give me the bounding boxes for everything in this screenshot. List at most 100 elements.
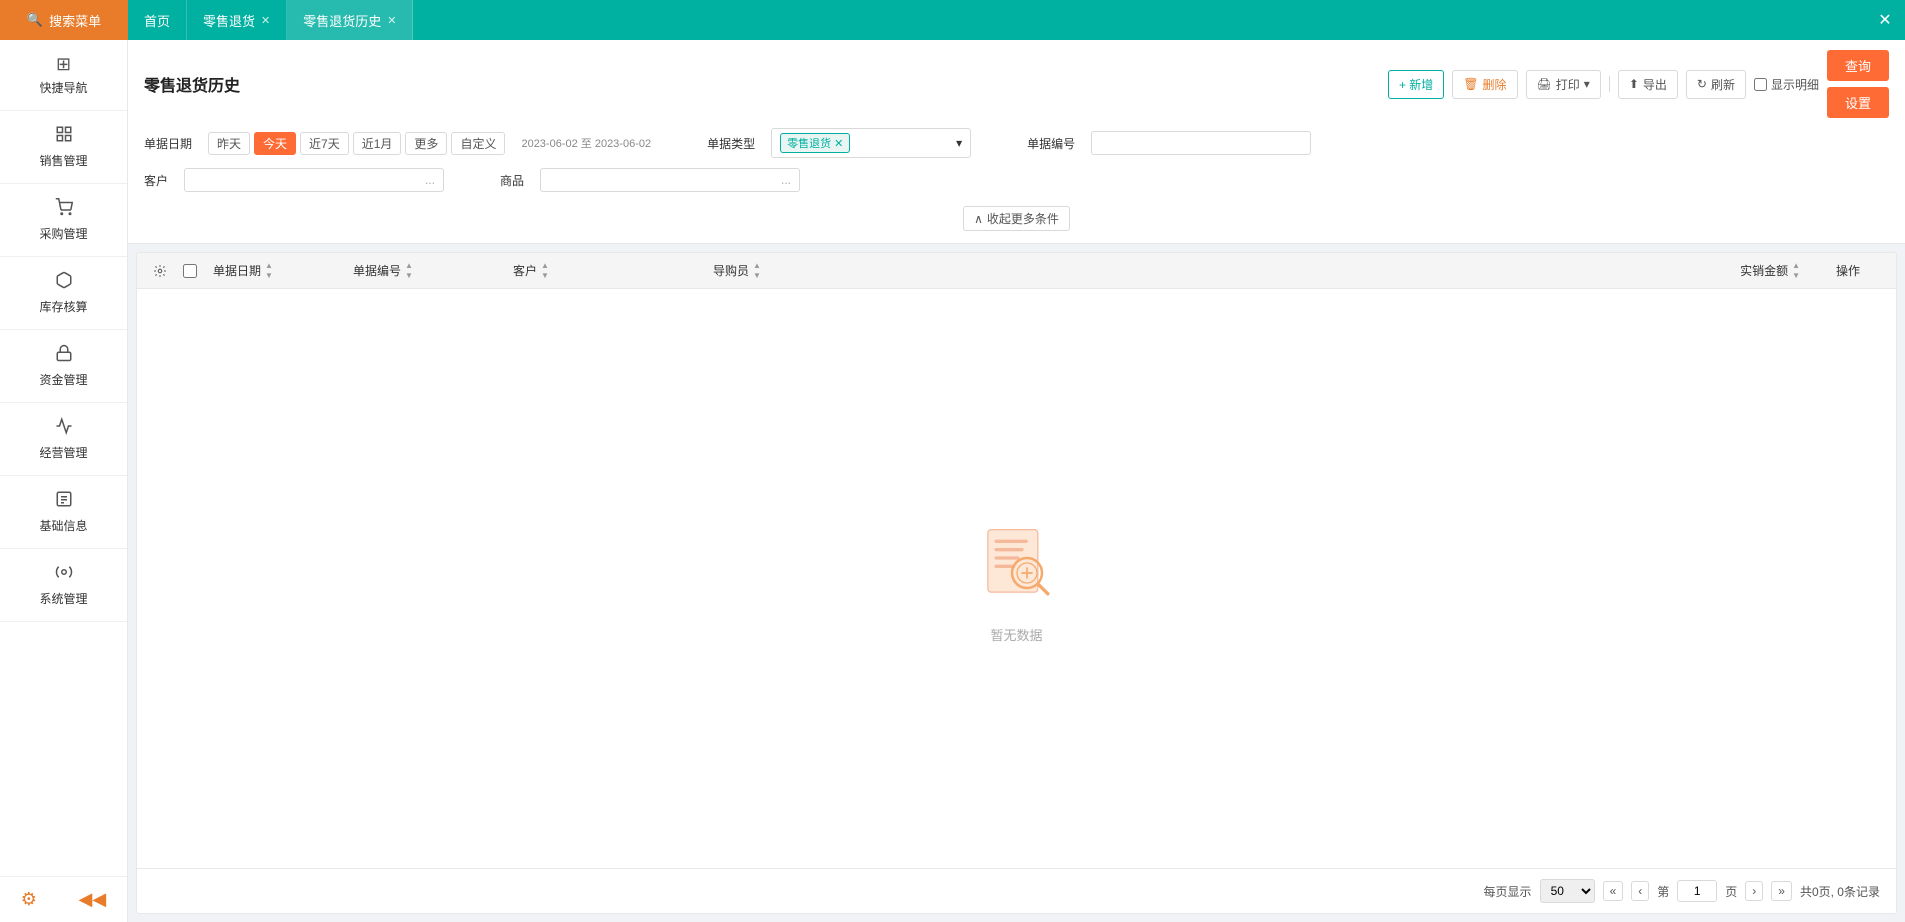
show-detail-checkbox-group: 显示明细 <box>1754 76 1819 93</box>
export-icon: ⬆ <box>1629 77 1639 91</box>
settings-button[interactable]: 设置 <box>1827 87 1889 118</box>
tab-retail-return-history-close[interactable]: ✕ <box>387 14 396 27</box>
goods-select[interactable]: ... <box>540 168 800 192</box>
page-header: 零售退货历史 + 新增 🗑 删除 🖨 打印 ▾ ⬆ 导出 <box>128 40 1905 244</box>
export-button[interactable]: ⬆ 导出 <box>1618 70 1678 99</box>
sidebar-item-sales-label: 销售管理 <box>39 152 87 169</box>
refresh-button[interactable]: ↻ 刷新 <box>1686 70 1746 99</box>
sidebar-item-finance-label: 资金管理 <box>39 371 87 388</box>
tab-retail-return-history-label: 零售退货历史 <box>303 11 381 30</box>
date-yesterday[interactable]: 昨天 <box>208 132 250 155</box>
sidebar-item-system[interactable]: 系统管理 <box>0 549 127 622</box>
page-title-row: 零售退货历史 + 新增 🗑 删除 🖨 打印 ▾ ⬆ 导出 <box>144 50 1889 118</box>
next-page-button[interactable]: › <box>1745 881 1763 901</box>
close-window-button[interactable]: ✕ <box>1865 0 1905 40</box>
audio-icon[interactable]: ◀◀ <box>79 889 107 910</box>
purchase-icon <box>55 198 73 221</box>
content-area: 零售退货历史 + 新增 🗑 删除 🖨 打印 ▾ ⬆ 导出 <box>128 40 1905 922</box>
type-label: 单据类型 <box>707 135 755 152</box>
query-settings-group: 查询 设置 <box>1827 50 1889 118</box>
select-all-checkbox[interactable] <box>175 264 205 278</box>
tab-retail-return-history[interactable]: 零售退货历史 ✕ <box>287 0 413 40</box>
sidebar-item-basic-info[interactable]: 基础信息 <box>0 476 127 549</box>
page-size-select[interactable]: 50 20 100 200 <box>1540 879 1595 903</box>
th-guide[interactable]: 导购员 ▲ ▼ <box>705 261 885 280</box>
tab-retail-return[interactable]: 零售退货 ✕ <box>187 0 287 40</box>
show-detail-label: 显示明细 <box>1771 76 1819 93</box>
tab-retail-return-close[interactable]: ✕ <box>261 14 270 27</box>
num-input[interactable] <box>1091 131 1311 155</box>
collapse-icon: ∧ <box>974 212 983 226</box>
date-1month[interactable]: 近1月 <box>353 132 402 155</box>
goods-label: 商品 <box>500 172 524 189</box>
date-7days[interactable]: 近7天 <box>300 132 349 155</box>
sort-num[interactable]: ▲ ▼ <box>405 261 413 280</box>
goods-dots: ... <box>781 173 791 187</box>
empty-icon <box>967 513 1067 613</box>
customer-dots: ... <box>425 173 435 187</box>
filter-row-2: 客户 ... 商品 ... <box>144 168 1889 192</box>
empty-state: 暂无数据 <box>137 289 1896 868</box>
delete-icon: 🗑 <box>1463 77 1478 91</box>
show-detail-checkbox[interactable] <box>1754 78 1767 91</box>
sidebar-item-finance[interactable]: 资金管理 <box>0 330 127 403</box>
prev-page-button[interactable]: ‹ <box>1631 881 1649 901</box>
sidebar-item-operations-label: 经营管理 <box>39 444 87 461</box>
th-guide-label: 导购员 <box>713 262 749 279</box>
date-custom[interactable]: 自定义 <box>451 132 505 155</box>
th-num-label: 单据编号 <box>353 262 401 279</box>
inventory-icon <box>55 271 73 294</box>
new-button[interactable]: + 新增 <box>1388 70 1444 99</box>
sidebar-item-system-label: 系统管理 <box>39 590 87 607</box>
type-tag-close[interactable]: ✕ <box>834 137 843 150</box>
sidebar-item-purchase[interactable]: 采购管理 <box>0 184 127 257</box>
search-area[interactable]: 🔍 搜索菜单 <box>0 0 128 40</box>
delete-button[interactable]: 🗑 删除 <box>1452 70 1517 99</box>
sidebar-item-sales[interactable]: 销售管理 <box>0 111 127 184</box>
th-amount-label: 实销金额 <box>1740 262 1788 279</box>
sidebar: ⊞ 快捷导航 销售管理 采购管理 库存核算 资金管理 <box>0 40 128 922</box>
sort-amount[interactable]: ▲ ▼ <box>1792 261 1800 280</box>
refresh-icon: ↻ <box>1697 77 1707 91</box>
tab-home[interactable]: 首页 <box>128 0 187 40</box>
collapse-button[interactable]: ∧ 收起更多条件 <box>963 206 1070 231</box>
sidebar-item-inventory[interactable]: 库存核算 <box>0 257 127 330</box>
th-customer[interactable]: 客户 ▲ ▼ <box>505 261 705 280</box>
search-label: 搜索菜单 <box>49 11 101 30</box>
customer-select[interactable]: ... <box>184 168 444 192</box>
toolbar: + 新增 🗑 删除 🖨 打印 ▾ ⬆ 导出 <box>1388 50 1889 118</box>
page-size-label: 每页显示 <box>1484 883 1532 900</box>
pagination: 每页显示 50 20 100 200 « ‹ 第 页 › » 共0页, 0条记录 <box>137 868 1896 913</box>
th-date[interactable]: 单据日期 ▲ ▼ <box>205 261 345 280</box>
first-page-button[interactable]: « <box>1603 881 1624 901</box>
type-select[interactable]: 零售退货 ✕ ▾ <box>771 128 971 158</box>
sidebar-item-operations[interactable]: 经营管理 <box>0 403 127 476</box>
search-icon: 🔍 <box>27 12 43 28</box>
sidebar-bottom: ⚙ ◀◀ <box>0 876 127 922</box>
date-more[interactable]: 更多 <box>405 132 447 155</box>
sort-date[interactable]: ▲ ▼ <box>265 261 273 280</box>
tab-bar: 首页 零售退货 ✕ 零售退货历史 ✕ <box>128 0 1865 40</box>
empty-text: 暂无数据 <box>990 625 1042 644</box>
print-dropdown-icon: ▾ <box>1584 77 1590 91</box>
system-icon <box>55 563 73 586</box>
settings-bottom-icon[interactable]: ⚙ <box>21 889 37 910</box>
column-settings-icon[interactable] <box>145 264 175 278</box>
toolbar-divider <box>1609 76 1610 92</box>
th-amount[interactable]: 实销金额 ▲ ▼ <box>885 261 1808 280</box>
sales-icon <box>55 125 73 148</box>
page-input[interactable] <box>1677 880 1717 902</box>
th-action: 操作 <box>1808 262 1888 279</box>
last-page-button[interactable]: » <box>1771 881 1792 901</box>
query-button[interactable]: 查询 <box>1827 50 1889 81</box>
th-num[interactable]: 单据编号 ▲ ▼ <box>345 261 505 280</box>
sidebar-item-quick-nav[interactable]: ⊞ 快捷导航 <box>0 40 127 111</box>
date-today[interactable]: 今天 <box>254 132 296 155</box>
sort-guide[interactable]: ▲ ▼ <box>753 261 761 280</box>
operations-icon <box>55 417 73 440</box>
sort-customer[interactable]: ▲ ▼ <box>541 261 549 280</box>
quick-nav-icon: ⊞ <box>56 54 71 75</box>
print-button[interactable]: 🖨 打印 ▾ <box>1526 70 1601 99</box>
total-text: 共0页, 0条记录 <box>1800 883 1880 900</box>
print-icon: 🖨 <box>1537 77 1552 91</box>
